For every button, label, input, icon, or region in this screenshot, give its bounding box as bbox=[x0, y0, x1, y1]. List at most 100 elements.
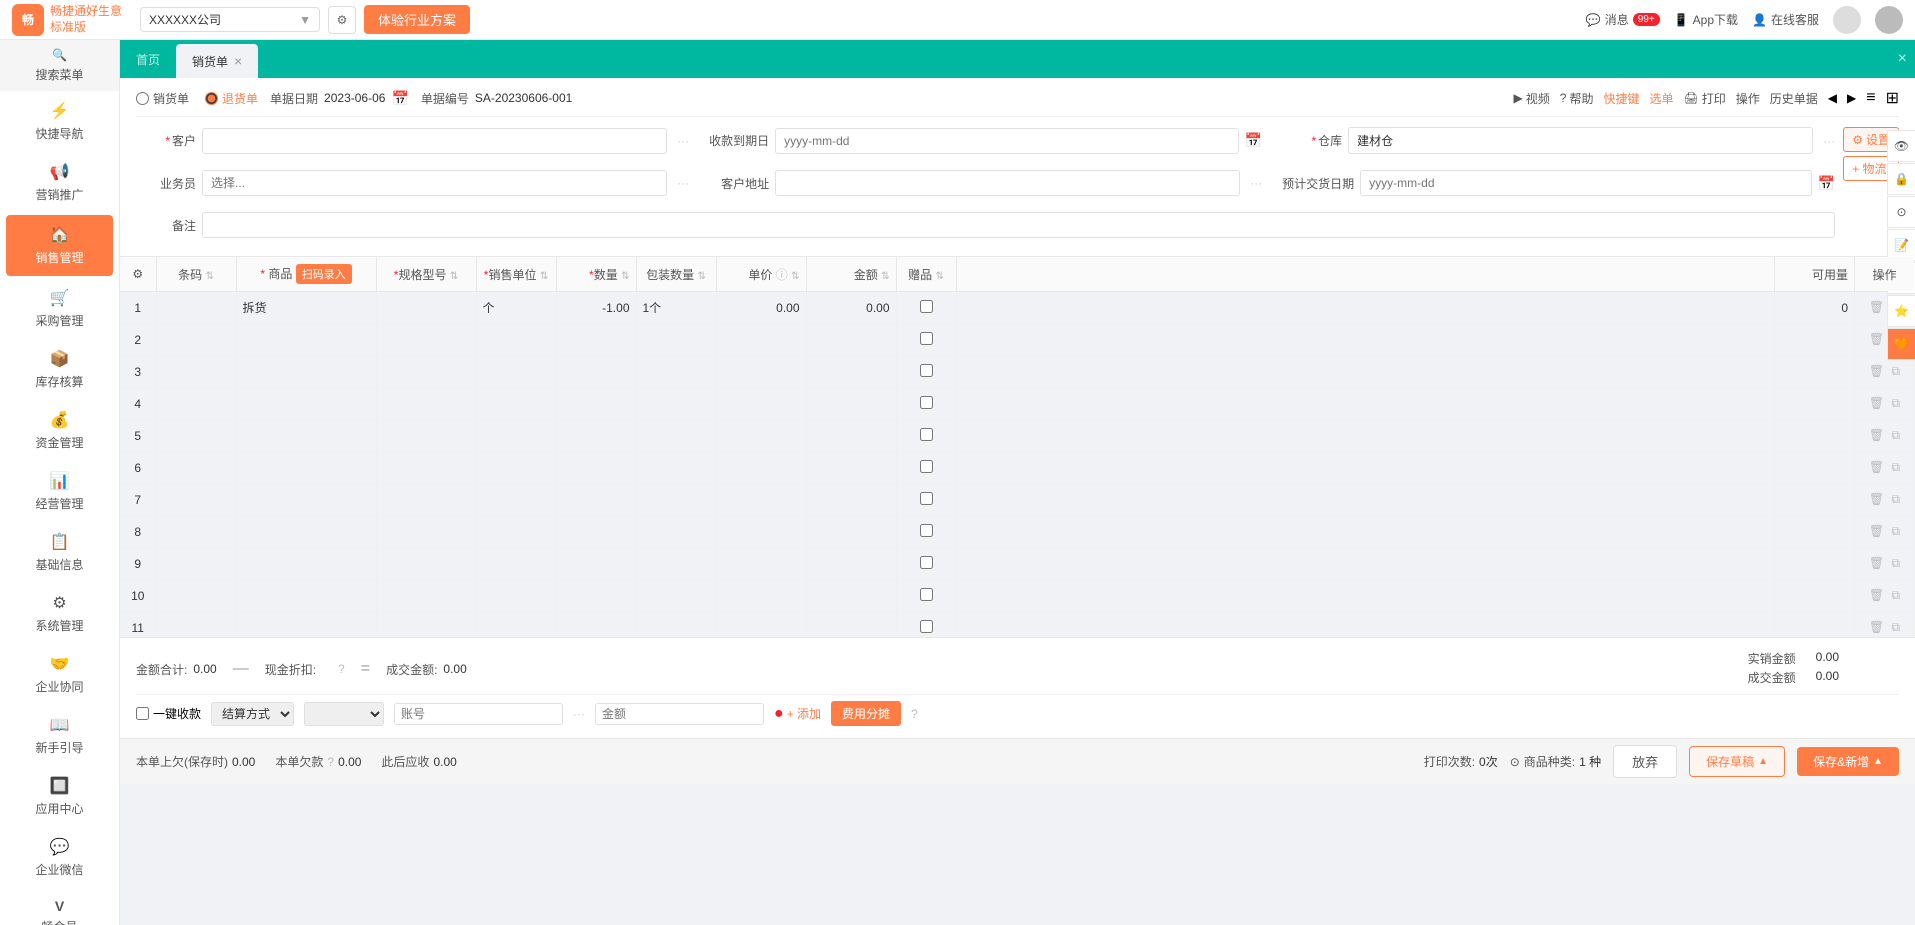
row-copy-icon-4[interactable]: ⧉ bbox=[1892, 396, 1901, 410]
cell-product-2[interactable] bbox=[236, 324, 376, 356]
app-download-button[interactable]: 📱 App下载 bbox=[1674, 11, 1738, 28]
sidebar-item-finance[interactable]: 💰 资金管理 bbox=[0, 400, 119, 461]
trial-button[interactable]: 体验行业方案 bbox=[364, 5, 470, 34]
warehouse-input[interactable]: 建材仓 bbox=[1348, 127, 1813, 154]
tab-sales-order[interactable]: 销货单 × bbox=[176, 44, 258, 78]
nav-next-icon[interactable]: ▶ bbox=[1847, 91, 1856, 105]
abandon-button[interactable]: 放弃 bbox=[1613, 745, 1677, 778]
cell-product-9[interactable] bbox=[236, 548, 376, 580]
sidebar-item-wechat[interactable]: 💬 企业微信 bbox=[0, 827, 119, 888]
addr-dots-btn[interactable]: ··· bbox=[1250, 176, 1262, 190]
row-delete-icon-3[interactable]: 🗑 bbox=[1869, 364, 1884, 378]
history-btn[interactable]: 历史单据 bbox=[1770, 90, 1818, 107]
cell-product-1[interactable]: 拆货 bbox=[236, 292, 376, 324]
row-delete-icon-4[interactable]: 🗑 bbox=[1869, 396, 1884, 410]
row-delete-icon-1[interactable]: 🗑 bbox=[1869, 300, 1884, 314]
payment-date-input[interactable] bbox=[775, 128, 1239, 154]
account-dots-btn[interactable]: ··· bbox=[573, 707, 585, 721]
barcode-sort-icon[interactable]: ⇅ bbox=[205, 271, 213, 282]
settle-method-select-2[interactable] bbox=[304, 702, 384, 726]
spec-sort-icon[interactable]: ⇅ bbox=[450, 271, 458, 282]
salesperson-dots-btn[interactable]: ··· bbox=[677, 176, 689, 190]
total-owed-help-icon[interactable]: ? bbox=[327, 755, 334, 769]
cell-product-6[interactable] bbox=[236, 452, 376, 484]
row-copy-icon-3[interactable]: ⧉ bbox=[1892, 364, 1901, 378]
grid-view-icon[interactable]: ⊞ bbox=[1886, 88, 1899, 108]
select-btn[interactable]: 选单 bbox=[1649, 90, 1673, 107]
customer-addr-input[interactable] bbox=[775, 170, 1240, 196]
row-delete-icon-6[interactable]: 🗑 bbox=[1869, 460, 1884, 474]
th-gear[interactable]: ⚙ bbox=[120, 257, 156, 292]
print-btn[interactable]: 🖨 打印 bbox=[1684, 90, 1726, 107]
cell-product-8[interactable] bbox=[236, 516, 376, 548]
list-view-icon[interactable]: ≡ bbox=[1866, 89, 1875, 107]
radio-return[interactable]: 退货单 bbox=[205, 90, 258, 107]
sidebar-item-app-center[interactable]: 🔲 应用中心 bbox=[0, 766, 119, 827]
sidebar-item-inventory[interactable]: 📦 库存核算 bbox=[0, 339, 119, 400]
row-copy-icon-5[interactable]: ⧉ bbox=[1892, 428, 1901, 442]
add-payment-button[interactable]: ● + 添加 bbox=[774, 705, 821, 723]
company-selector[interactable]: XXXXXX公司 ▼ bbox=[140, 7, 320, 32]
sidebar-item-quick-nav[interactable]: ⚡ 快捷导航 bbox=[0, 91, 119, 152]
sidebar-item-marketing[interactable]: 📢 营销推广 bbox=[0, 152, 119, 213]
row-delete-icon-11[interactable]: 🗑 bbox=[1869, 620, 1884, 634]
shortcut-btn[interactable]: 快捷键 bbox=[1603, 90, 1639, 107]
payment-date-calendar-icon[interactable]: 📅 bbox=[1245, 132, 1262, 149]
video-btn[interactable]: ▶ 视频 bbox=[1514, 90, 1550, 107]
rf-btn-1[interactable]: 👁 bbox=[1887, 130, 1915, 162]
tab-home[interactable]: 首页 bbox=[120, 40, 176, 78]
tab-bar-close-icon[interactable]: × bbox=[1898, 50, 1907, 68]
cell-product-5[interactable] bbox=[236, 420, 376, 452]
row-copy-icon-11[interactable]: ⧉ bbox=[1892, 620, 1901, 634]
warehouse-dots-btn[interactable]: ··· bbox=[1823, 134, 1835, 148]
fee-help-icon[interactable]: ? bbox=[911, 707, 918, 721]
nav-prev-icon[interactable]: ◀ bbox=[1828, 91, 1837, 105]
sidebar-item-sales[interactable]: 🏠 销售管理 bbox=[6, 215, 113, 276]
tab-close-icon[interactable]: × bbox=[234, 53, 242, 69]
amount-sort-icon[interactable]: ⇅ bbox=[881, 271, 889, 282]
scan-barcode-button[interactable]: 扫码录入 bbox=[296, 264, 352, 284]
sidebar-item-search[interactable]: 🔍 搜索菜单 bbox=[0, 40, 119, 91]
qty-sort-icon[interactable]: ⇅ bbox=[621, 271, 629, 282]
one-click-pay-checkbox[interactable]: 一键收款 bbox=[136, 705, 201, 722]
cell-product-7[interactable] bbox=[236, 484, 376, 516]
row-delete-icon-8[interactable]: 🗑 bbox=[1869, 524, 1884, 538]
date-calendar-icon[interactable]: 📅 bbox=[391, 90, 408, 107]
radio-sale[interactable]: 销货单 bbox=[136, 90, 189, 107]
product-type-icon[interactable]: ⊙ bbox=[1510, 755, 1520, 769]
gift-sort-icon[interactable]: ⇅ bbox=[935, 271, 943, 282]
row-delete-icon-9[interactable]: 🗑 bbox=[1869, 556, 1884, 570]
avatar-2[interactable] bbox=[1875, 6, 1903, 34]
customer-input[interactable] bbox=[202, 128, 667, 154]
avatar[interactable] bbox=[1833, 6, 1861, 34]
sidebar-item-purchase[interactable]: 🛒 采购管理 bbox=[0, 278, 119, 339]
row-copy-icon-7[interactable]: ⧉ bbox=[1892, 492, 1901, 506]
online-service-button[interactable]: 👤 在线客服 bbox=[1752, 11, 1819, 28]
price-sort-icon[interactable]: ⇅ bbox=[791, 271, 799, 282]
expected-date-calendar-icon[interactable]: 📅 bbox=[1818, 175, 1835, 192]
salesperson-input[interactable] bbox=[202, 170, 667, 196]
row-delete-icon-5[interactable]: 🗑 bbox=[1869, 428, 1884, 442]
row-delete-icon-7[interactable]: 🗑 bbox=[1869, 492, 1884, 506]
save-draft-button[interactable]: 保存草稿 ▲ bbox=[1689, 746, 1785, 777]
cell-product-3[interactable] bbox=[236, 356, 376, 388]
settings-gear-button[interactable]: ⚙ bbox=[328, 6, 356, 34]
amount-input[interactable] bbox=[595, 703, 764, 725]
sidebar-item-guide[interactable]: 📖 新手引导 bbox=[0, 705, 119, 766]
expected-date-input[interactable] bbox=[1360, 170, 1812, 196]
cell-product-10[interactable] bbox=[236, 580, 376, 612]
fee-split-button[interactable]: 费用分摊 bbox=[831, 701, 901, 726]
cell-product-11[interactable] bbox=[236, 612, 376, 638]
ops-btn[interactable]: 操作 bbox=[1736, 90, 1760, 107]
note-input[interactable] bbox=[202, 212, 1835, 238]
help-btn[interactable]: ? 帮助 bbox=[1560, 90, 1594, 107]
message-button[interactable]: 💬 消息 99+ bbox=[1586, 11, 1660, 28]
row-delete-icon-2[interactable]: 🗑 bbox=[1869, 332, 1884, 346]
sidebar-item-enterprise[interactable]: 🤝 企业协同 bbox=[0, 644, 119, 705]
pkgqty-sort-icon[interactable]: ⇅ bbox=[697, 271, 705, 282]
account-input[interactable] bbox=[394, 703, 563, 725]
row-delete-icon-10[interactable]: 🗑 bbox=[1869, 588, 1884, 602]
rf-btn-6[interactable]: ⭐ bbox=[1887, 295, 1915, 327]
price-info-icon[interactable]: ⓘ bbox=[776, 268, 788, 282]
unit-sort-icon[interactable]: ⇅ bbox=[540, 271, 548, 282]
